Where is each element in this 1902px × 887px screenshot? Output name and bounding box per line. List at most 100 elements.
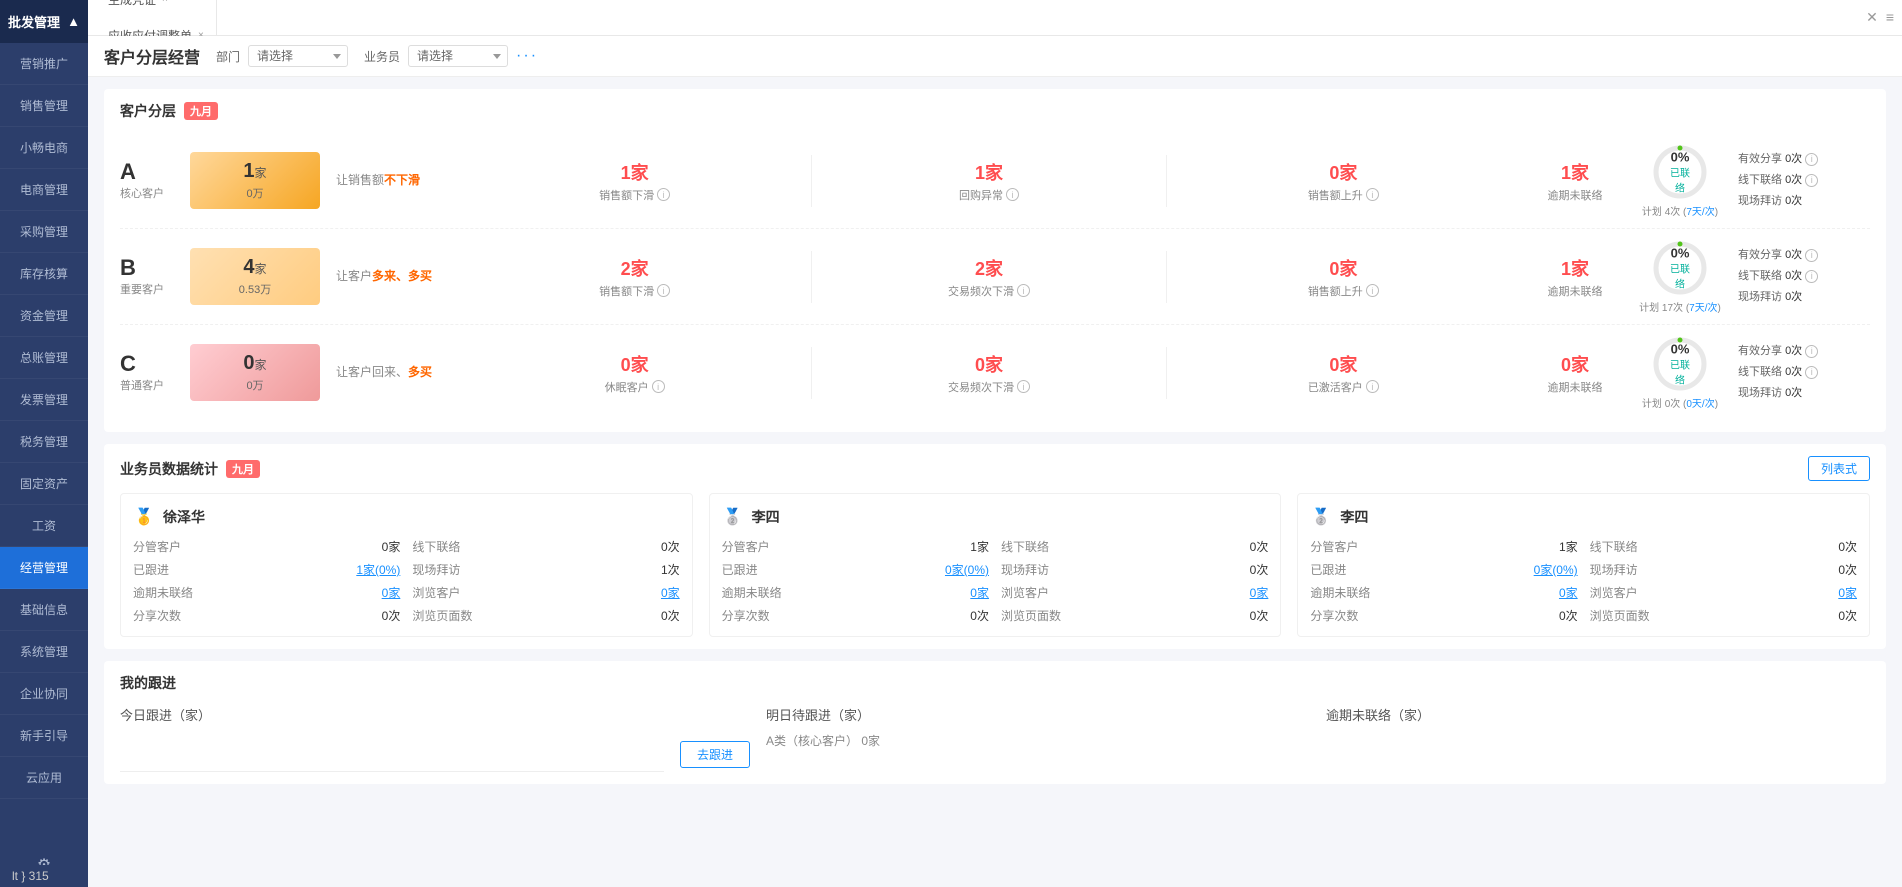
right-stat-2-2: 现场拜访 0次 [1738, 383, 1870, 404]
list-view-button[interactable]: 列表式 [1808, 456, 1870, 481]
right-stat-1-0: 有效分享 0次 i [1738, 245, 1870, 266]
biz-stat-row-2-6: 分享次数 0次 [1310, 607, 1577, 624]
sidebar-item-营销推广[interactable]: 营销推广 [0, 43, 88, 85]
biz-stat-row-0-2: 已跟进 1家(0%) [133, 561, 400, 578]
sidebar-item-企业协同[interactable]: 企业协同 [0, 673, 88, 715]
biz-stats-grid-1: 分管客户 1家线下联络 0次已跟进 0家(0%)现场拜访 0次逾期未联络 0家浏… [722, 538, 1269, 624]
tier-count-B: 4家 0.53万 [190, 248, 320, 305]
biz-stat-row-2-4: 逾期未联络 0家 [1310, 584, 1577, 601]
biz-stat-val-2-0: 1家 [1559, 538, 1578, 555]
sidebar-item-固定资产[interactable]: 固定资产 [0, 463, 88, 505]
sidebar-item-系统管理[interactable]: 系统管理 [0, 631, 88, 673]
sidebar-item-库存核算[interactable]: 库存核算 [0, 253, 88, 295]
biz-stat-val-0-2[interactable]: 1家(0%) [356, 561, 400, 578]
biz-stat-val-2-4[interactable]: 0家 [1559, 584, 1578, 601]
medal-icon-1: 🥈 [722, 506, 744, 528]
biz-stat-val-2-5[interactable]: 0家 [1838, 584, 1857, 601]
biz-stat-val-0-5[interactable]: 0家 [661, 584, 680, 601]
staff-filter-select[interactable]: 请选择 [408, 45, 508, 67]
biz-stat-val-1-0: 1家 [970, 538, 989, 555]
sidebar-item-税务管理[interactable]: 税务管理 [0, 421, 88, 463]
sidebar-header-label: 批发管理 [8, 12, 60, 31]
followup-overdue-col: 逾期未联络（家） [1326, 705, 1870, 732]
biz-stat-val-2-7: 0次 [1838, 607, 1857, 624]
tier-metrics-A: 1家 销售额下滑 i1家 回购异常 i0家 销售额上升 i [458, 155, 1520, 207]
tab-action-menu[interactable]: ≡ [1886, 9, 1894, 26]
biz-stat-val-1-5[interactable]: 0家 [1250, 584, 1269, 601]
tiers-month-badge: 九月 [184, 102, 218, 120]
biz-stat-row-1-6: 分享次数 0次 [722, 607, 989, 624]
biz-stat-val-0-4[interactable]: 0家 [382, 584, 401, 601]
metric-item-2-2: 0家 已激活客户 i [1167, 347, 1520, 399]
metric-item-0-0: 1家 销售额下滑 i [458, 155, 812, 207]
staff-filter-group: 业务员 请选择 ··· [364, 45, 538, 67]
biz-stat-row-1-2: 已跟进 0家(0%) [722, 561, 989, 578]
tier-circle-B: 0% 已联络 计划 17次 (7天/次) [1630, 239, 1730, 314]
customer-tiers-section: 客户分层 九月 A核心客户 1家 0万 让销售额不下滑1家 销售额下滑 i1家 … [104, 89, 1886, 432]
dept-filter-select[interactable]: 请选择 [248, 45, 348, 67]
tab-action-close[interactable]: ✕ [1866, 9, 1878, 26]
sidebar-items-container: 营销推广销售管理小畅电商电商管理采购管理库存核算资金管理总账管理发票管理税务管理… [0, 43, 88, 799]
biz-stat-row-2-5: 浏览客户 0家 [1590, 584, 1857, 601]
biz-card-header-0: 🥇 徐泽华 [133, 506, 680, 528]
sidebar: 批发管理 ▲ 营销推广销售管理小畅电商电商管理采购管理库存核算资金管理总账管理发… [0, 0, 88, 887]
sidebar-item-电商管理[interactable]: 电商管理 [0, 169, 88, 211]
biz-stat-row-1-7: 浏览页面数 0次 [1001, 607, 1268, 624]
tier-metrics-C: 0家 休眠客户 i0家 交易频次下滑 i0家 已激活客户 i [458, 347, 1520, 399]
biz-person-name-1: 李四 [752, 507, 780, 527]
right-stat-0-0: 有效分享 0次 i [1738, 149, 1870, 170]
sidebar-item-销售管理[interactable]: 销售管理 [0, 85, 88, 127]
followup-today-label: 今日跟进（家） [120, 705, 664, 724]
biz-stats-title: 业务员数据统计 九月 [120, 459, 260, 479]
sidebar-item-发票管理[interactable]: 发票管理 [0, 379, 88, 421]
biz-stat-val-2-2[interactable]: 0家(0%) [1534, 561, 1578, 578]
biz-stat-val-1-3: 0次 [1250, 561, 1269, 578]
biz-stats-section: 业务员数据统计 九月 列表式 🥇 徐泽华分管客户 0家线下联络 0次已跟进 1家… [104, 444, 1886, 649]
biz-stat-val-0-1: 0次 [661, 538, 680, 555]
tier-row-C: C普通客户 0家 0万 让客户回来、多买0家 休眠客户 i0家 交易频次下滑 i… [120, 325, 1870, 420]
followup-today-col: 今日跟进（家） [120, 705, 664, 772]
tab-close-icon[interactable]: × [162, 0, 168, 5]
biz-stat-row-0-3: 现场拜访 1次 [412, 561, 679, 578]
biz-stat-row-1-5: 浏览客户 0家 [1001, 584, 1268, 601]
goto-followup-button[interactable]: 去跟进 [680, 741, 750, 768]
tier-circle-A: 0% 已联络 计划 4次 (7天/次) [1630, 143, 1730, 218]
biz-stat-val-2-3: 0次 [1838, 561, 1857, 578]
sidebar-header[interactable]: 批发管理 ▲ [0, 0, 88, 43]
sidebar-item-基础信息[interactable]: 基础信息 [0, 589, 88, 631]
sidebar-item-采购管理[interactable]: 采购管理 [0, 211, 88, 253]
sidebar-item-资金管理[interactable]: 资金管理 [0, 295, 88, 337]
followup-section: 我的跟进 今日跟进（家） 去跟进 明日待跟进（家） A类（核心客户） 0家 [104, 661, 1886, 784]
biz-stat-row-1-0: 分管客户 1家 [722, 538, 989, 555]
sidebar-item-工资[interactable]: 工资 [0, 505, 88, 547]
biz-stat-val-1-2[interactable]: 0家(0%) [945, 561, 989, 578]
followup-title: 我的跟进 [120, 673, 1870, 693]
tier-label-B: B重要客户 [120, 257, 190, 297]
filter-more-icon[interactable]: ··· [516, 47, 538, 65]
tab-生成凭证[interactable]: 生成凭证× [96, 0, 217, 18]
tab-bar-actions: ✕ ≡ [1866, 9, 1894, 26]
content-area: 客户分层 九月 A核心客户 1家 0万 让销售额不下滑1家 销售额下滑 i1家 … [88, 77, 1902, 887]
biz-stat-val-0-3: 1次 [661, 561, 680, 578]
tier-contact-B: 1家 逾期未联络 [1520, 255, 1630, 299]
sidebar-toggle-icon[interactable]: ▲ [67, 14, 80, 29]
biz-stats-grid-2: 分管客户 1家线下联络 0次已跟进 0家(0%)现场拜访 0次逾期未联络 0家浏… [1310, 538, 1857, 624]
tier-row-A: A核心客户 1家 0万 让销售额不下滑1家 销售额下滑 i1家 回购异常 i0家… [120, 133, 1870, 229]
sidebar-item-新手引导[interactable]: 新手引导 [0, 715, 88, 757]
biz-card-2: 🥈 李四分管客户 1家线下联络 0次已跟进 0家(0%)现场拜访 0次逾期未联络… [1297, 493, 1870, 637]
biz-stat-val-1-7: 0次 [1250, 607, 1269, 624]
dept-filter-group: 部门 请选择 [216, 45, 348, 67]
tier-circle-C: 0% 已联络 计划 0次 (0天/次) [1630, 335, 1730, 410]
followup-tomorrow-col: 明日待跟进（家） A类（核心客户） 0家 [766, 705, 1310, 749]
sidebar-item-经营管理[interactable]: 经营管理 [0, 547, 88, 589]
biz-stat-row-0-0: 分管客户 0家 [133, 538, 400, 555]
sidebar-item-总账管理[interactable]: 总账管理 [0, 337, 88, 379]
sidebar-item-云应用[interactable]: 云应用 [0, 757, 88, 799]
biz-stat-val-0-7: 0次 [661, 607, 680, 624]
sidebar-item-小畅电商[interactable]: 小畅电商 [0, 127, 88, 169]
right-stat-2-1: 线下联络 0次 i [1738, 362, 1870, 383]
tier-contact-C: 0家 逾期未联络 [1520, 351, 1630, 395]
tier-desc-B: 让客户多来、多买 [328, 267, 458, 286]
biz-stat-val-1-4[interactable]: 0家 [970, 584, 989, 601]
followup-goto-col: 去跟进 [680, 705, 750, 768]
